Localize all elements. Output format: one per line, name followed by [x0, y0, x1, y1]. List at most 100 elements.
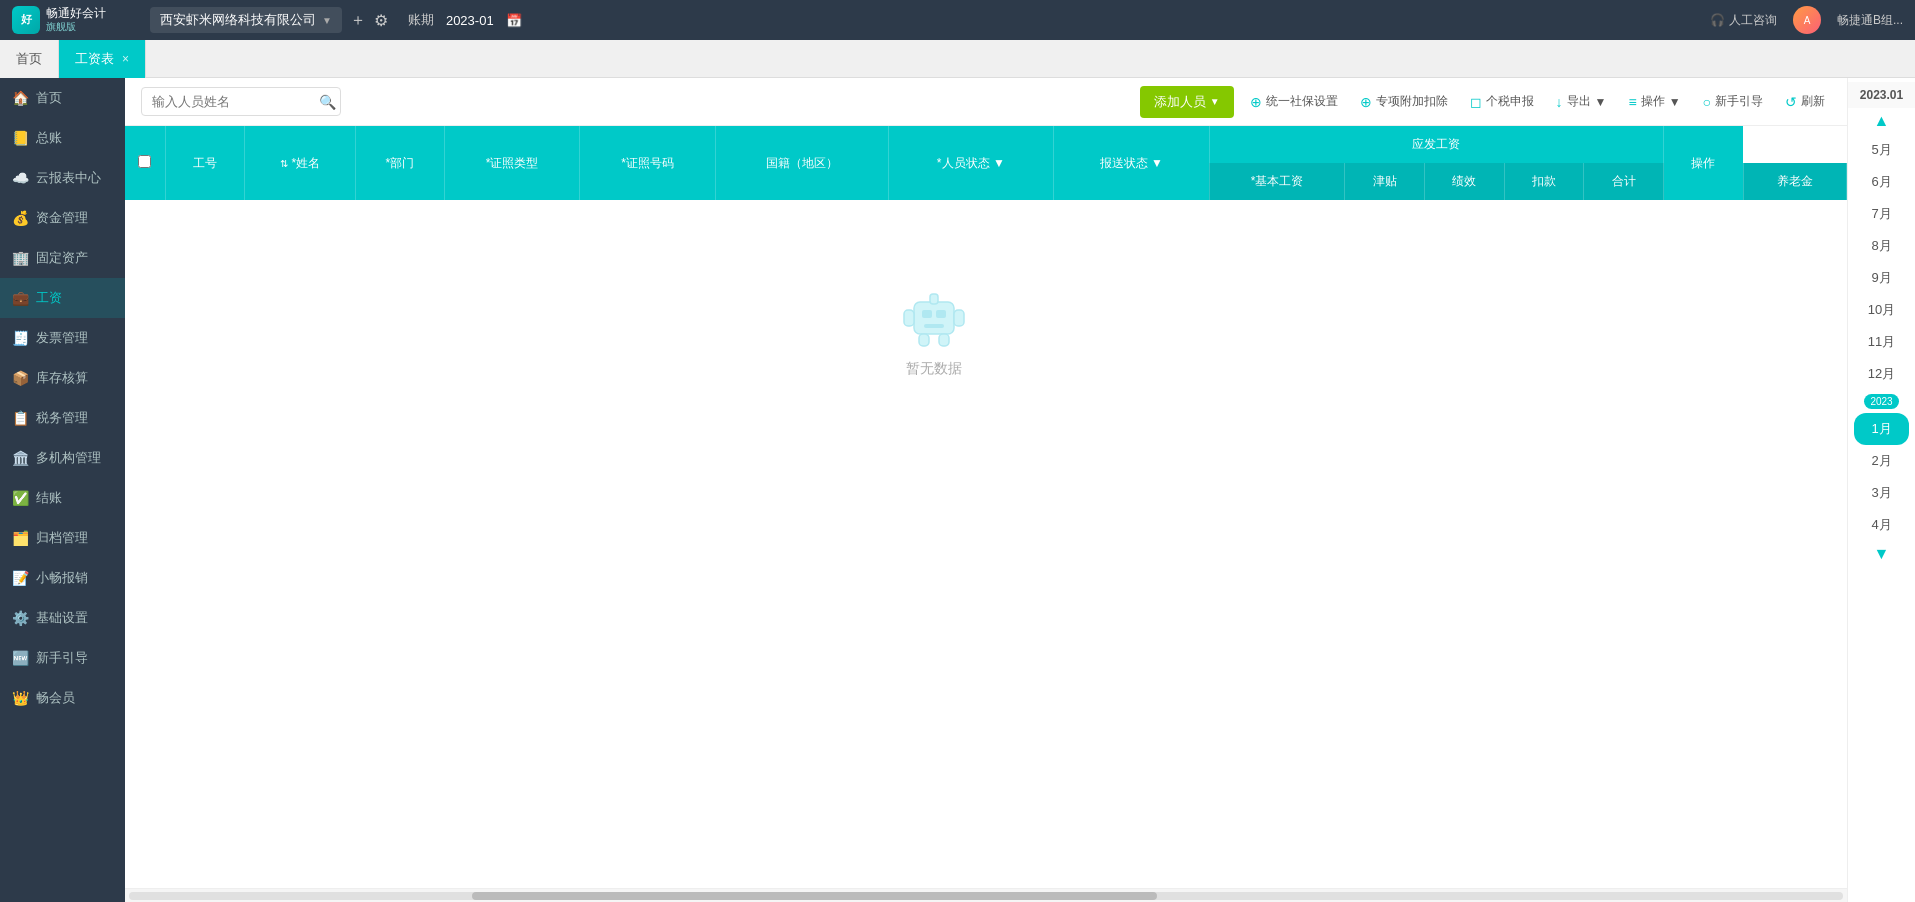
add-person-btn[interactable]: 添加人员 ▼	[1140, 86, 1234, 118]
month-11[interactable]: 11月	[1848, 326, 1915, 358]
company-name: 西安虾米网络科技有限公司	[160, 11, 316, 29]
month-2[interactable]: 2月	[1848, 445, 1915, 477]
month-4[interactable]: 4月	[1848, 509, 1915, 541]
status-filter-icon[interactable]: ▼	[993, 156, 1005, 170]
tab-home[interactable]: 首页	[0, 40, 59, 78]
report-filter-icon[interactable]: ▼	[1151, 156, 1163, 170]
home-tab-label: 首页	[16, 50, 42, 68]
add-company-btn[interactable]: ＋	[350, 10, 366, 31]
special-deduction-btn[interactable]: ⊕ 专项附加扣除	[1354, 89, 1454, 114]
th-report-status: 报送状态 ▼	[1053, 126, 1209, 200]
svg-rect-4	[930, 294, 938, 304]
th-employee-id: 工号	[165, 126, 245, 200]
month-1-active[interactable]: 1月	[1854, 413, 1909, 445]
sidebar-item-assets[interactable]: 🏢 固定资产	[0, 238, 125, 278]
sidebar-item-inventory[interactable]: 📦 库存核算	[0, 358, 125, 398]
tax-icon: 📋	[12, 410, 28, 426]
search-input[interactable]	[141, 87, 341, 116]
fund-icon: 💰	[12, 210, 28, 226]
user-avatar: A	[1793, 6, 1821, 34]
sidebar-item-ledger[interactable]: 📒 总账	[0, 118, 125, 158]
tab-payroll[interactable]: 工资表 ×	[59, 40, 146, 78]
svg-rect-7	[919, 334, 929, 346]
th-status: *人员状态 ▼	[888, 126, 1053, 200]
refresh-label: 刷新	[1801, 93, 1825, 110]
sidebar-item-settings[interactable]: ⚙️ 基础设置	[0, 598, 125, 638]
multiorg-icon: 🏛️	[12, 450, 28, 466]
operation-btn[interactable]: ≡ 操作 ▼	[1622, 89, 1686, 114]
search-btn[interactable]: 🔍	[319, 94, 336, 110]
refresh-icon: ↺	[1785, 94, 1797, 110]
tab-close-btn[interactable]: ×	[122, 52, 129, 66]
settings-btn[interactable]: ⚙	[374, 11, 388, 30]
month-12[interactable]: 12月	[1848, 358, 1915, 390]
add-person-label: 添加人员	[1154, 93, 1206, 111]
sidebar-item-expense[interactable]: 📝 小畅报销	[0, 558, 125, 598]
sidebar-item-archive[interactable]: 🗂️ 归档管理	[0, 518, 125, 558]
sidebar-item-tax[interactable]: 📋 税务管理	[0, 398, 125, 438]
sidebar-archive-label: 归档管理	[36, 529, 88, 547]
th-allowance: 津贴	[1345, 163, 1425, 200]
sidebar-item-payroll[interactable]: 💼 工资	[0, 278, 125, 318]
sidebar-item-home[interactable]: 🏠 首页	[0, 78, 125, 118]
select-all-checkbox[interactable]	[138, 155, 151, 168]
guide-toolbar-icon: ○	[1703, 94, 1711, 110]
company-selector[interactable]: 西安虾米网络科技有限公司 ▼	[150, 7, 342, 33]
toolbar-right: 添加人员 ▼ ⊕ 统一社保设置 ⊕ 专项附加扣除 ◻ 个税申报 ↓ 导出	[1140, 86, 1831, 118]
th-checkbox[interactable]	[125, 126, 165, 200]
cloud-icon: ☁️	[12, 170, 28, 186]
user-name[interactable]: 畅捷通B组...	[1837, 12, 1903, 29]
sidebar-item-member[interactable]: 👑 畅会员	[0, 678, 125, 718]
sidebar-payroll-label: 工资	[36, 289, 62, 307]
company-dropdown-icon: ▼	[322, 15, 332, 26]
sidebar-item-guide[interactable]: 🆕 新手引导	[0, 638, 125, 678]
export-btn[interactable]: ↓ 导出 ▼	[1550, 89, 1613, 114]
th-id-type: *证照类型	[444, 126, 579, 200]
next-period-btn[interactable]: ▼	[1870, 541, 1894, 567]
social-insurance-btn[interactable]: ⊕ 统一社保设置	[1244, 89, 1344, 114]
service-btn[interactable]: 🎧 人工咨询	[1710, 12, 1777, 29]
sidebar-item-multiorg[interactable]: 🏛️ 多机构管理	[0, 438, 125, 478]
calendar-icon[interactable]: 📅	[506, 13, 522, 28]
sidebar-multiorg-label: 多机构管理	[36, 449, 101, 467]
sidebar-item-cloud-report[interactable]: ☁️ 云报表中心	[0, 158, 125, 198]
month-6[interactable]: 6月	[1848, 166, 1915, 198]
svg-rect-0	[914, 302, 954, 334]
export-dropdown-icon: ▼	[1595, 95, 1607, 109]
svg-rect-8	[939, 334, 949, 346]
refresh-btn[interactable]: ↺ 刷新	[1779, 89, 1831, 114]
sidebar-inventory-label: 库存核算	[36, 369, 88, 387]
prev-period-btn[interactable]: ▲	[1870, 108, 1894, 134]
th-pension: 养老金	[1743, 163, 1846, 200]
guide-icon: 🆕	[12, 650, 28, 666]
top-right: 🎧 人工咨询 A 畅捷通B组...	[1710, 6, 1903, 34]
svg-rect-5	[904, 310, 914, 326]
th-name: ⇅ *姓名	[245, 126, 356, 200]
period-value: 2023-01	[446, 13, 494, 28]
month-9[interactable]: 9月	[1848, 262, 1915, 294]
sidebar-item-fund[interactable]: 💰 资金管理	[0, 198, 125, 238]
operation-icon: ≡	[1628, 94, 1636, 110]
logo-sub: 旗舰版	[46, 20, 106, 34]
operation-label: 操作	[1641, 93, 1665, 110]
period-display: 2023.01	[1848, 82, 1915, 108]
sidebar-item-invoice[interactable]: 🧾 发票管理	[0, 318, 125, 358]
tax-declare-btn[interactable]: ◻ 个税申报	[1464, 89, 1540, 114]
sidebar-item-close[interactable]: ✅ 结账	[0, 478, 125, 518]
bottom-scrollbar[interactable]	[125, 888, 1847, 902]
social-icon: ⊕	[1250, 94, 1262, 110]
sidebar-settings-label: 基础设置	[36, 609, 88, 627]
month-10[interactable]: 10月	[1848, 294, 1915, 326]
year-badge: 2023	[1864, 394, 1898, 409]
month-5[interactable]: 5月	[1848, 134, 1915, 166]
sidebar-expense-label: 小畅报销	[36, 569, 88, 587]
month-3[interactable]: 3月	[1848, 477, 1915, 509]
scroll-thumb[interactable]	[472, 892, 1158, 900]
payroll-tab-label: 工资表	[75, 50, 114, 68]
guide-btn[interactable]: ○ 新手引导	[1697, 89, 1769, 114]
month-7[interactable]: 7月	[1848, 198, 1915, 230]
logo-icon: 好	[12, 6, 40, 34]
month-8[interactable]: 8月	[1848, 230, 1915, 262]
empty-state-row: 暂无数据	[125, 200, 1847, 458]
name-sort-icon[interactable]: ⇅	[280, 158, 288, 169]
